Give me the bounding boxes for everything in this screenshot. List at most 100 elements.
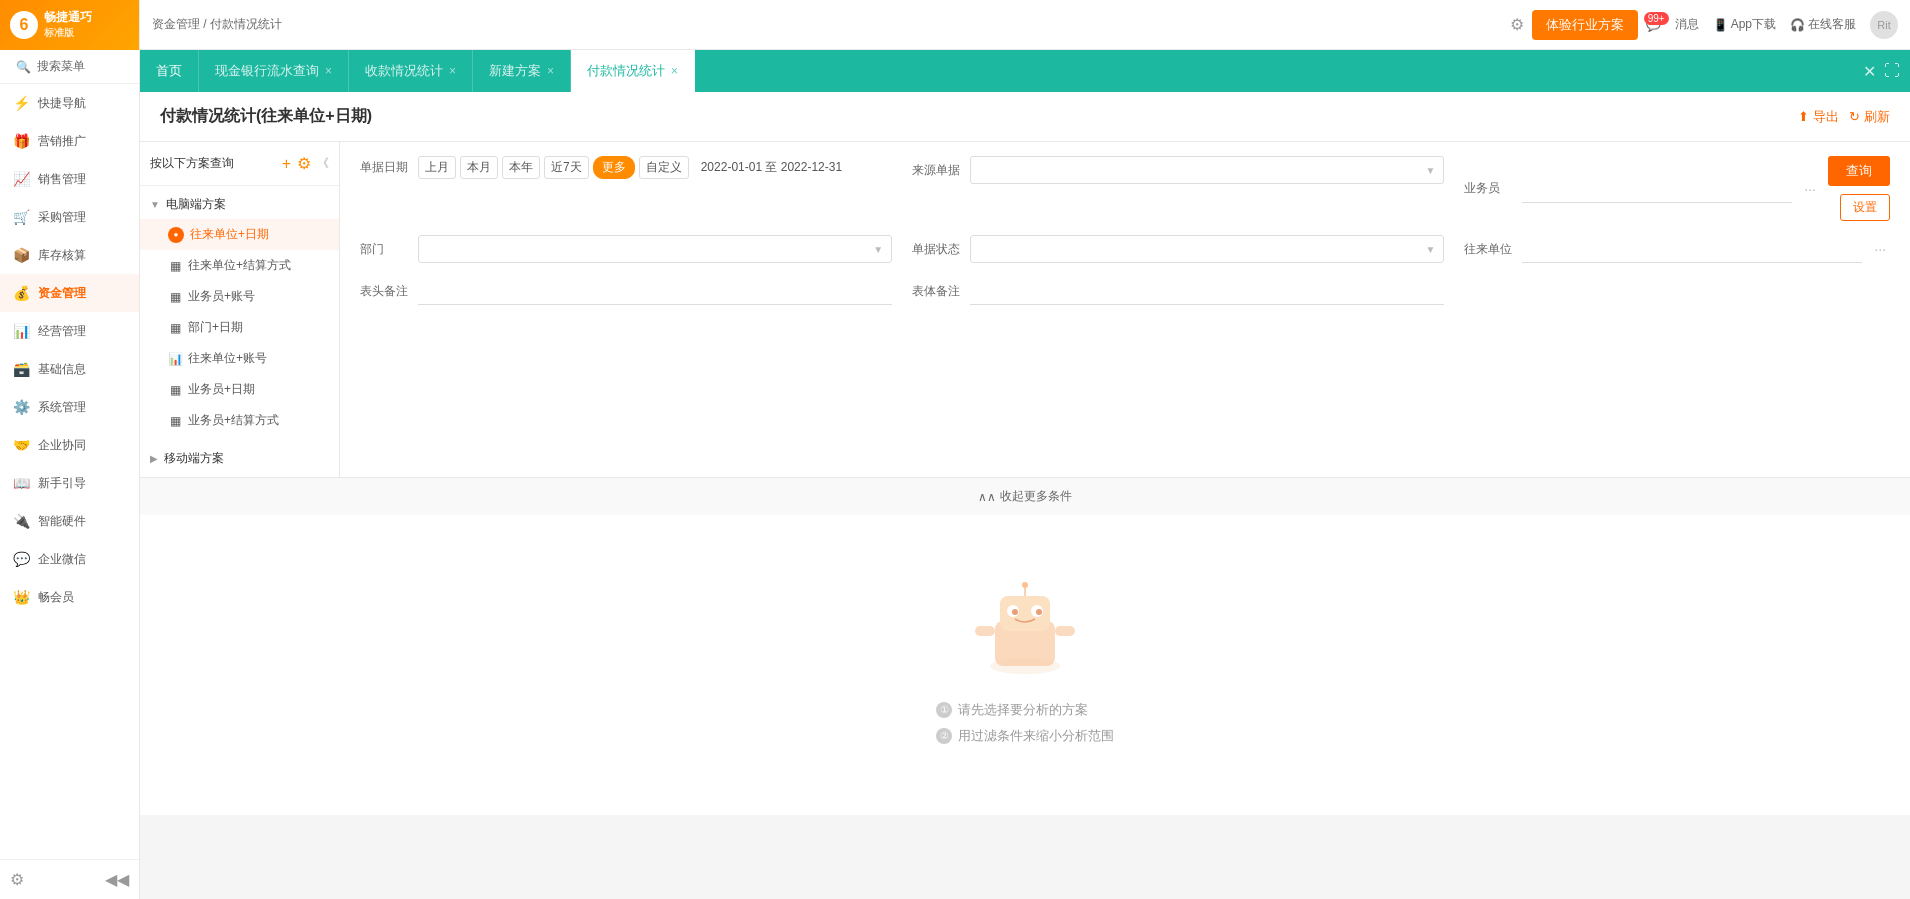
sidebar: 6 畅捷通巧 标准版 🔍 搜索菜单 ⚡快捷导航🎁营销推广📈销售管理🛒采购管理📦库…	[0, 0, 140, 899]
scheme-panel-header: 按以下方案查询 + ⚙ 《	[140, 142, 339, 186]
page-content: 付款情况统计(往来单位+日期) ⬆ 导出 ↻ 刷新 按以下方案查询 +	[140, 92, 1910, 899]
scheme-group-mobile-label: 移动端方案	[164, 450, 224, 467]
table-icon: ▦	[168, 290, 182, 304]
dept-label: 部门	[360, 241, 410, 258]
topbar-gear-icon[interactable]: ⚙	[1510, 15, 1524, 34]
sidebar-item-guide[interactable]: 📖新手引导	[0, 464, 139, 502]
scheme-settings-icon[interactable]: ⚙	[297, 154, 311, 173]
refresh-button[interactable]: ↻ 刷新	[1849, 108, 1890, 126]
body-note-input[interactable]	[970, 277, 1444, 305]
unit-dots-btn[interactable]: ···	[1870, 241, 1890, 257]
scheme-collapse-icon[interactable]: 《	[317, 155, 329, 172]
scheme-item-label: 往来单位+日期	[190, 226, 269, 243]
tab-new-scheme[interactable]: 新建方案 ×	[473, 50, 571, 92]
tab-cash-flow[interactable]: 现金银行流水查询 ×	[199, 50, 349, 92]
sidebar-bottom: ⚙ ◀◀	[0, 859, 139, 899]
sidebar-search[interactable]: 🔍 搜索菜单	[0, 50, 139, 84]
query-button[interactable]: 查询	[1828, 156, 1890, 186]
scheme-item-dept-date[interactable]: ▦部门+日期	[140, 312, 339, 343]
scheme-items-container: ●往来单位+日期▦往来单位+结算方式▦业务员+账号▦部门+日期📊往来单位+账号▦…	[140, 219, 339, 436]
sidebar-item-label: 新手引导	[38, 475, 86, 492]
filter-settings-button[interactable]: 设置	[1840, 194, 1890, 221]
staff-dots-btn[interactable]: ···	[1800, 181, 1820, 197]
date-btn-more[interactable]: 更多	[593, 156, 635, 179]
table-icon: ▦	[168, 259, 182, 273]
sidebar-item-enterprise[interactable]: 🤝企业协同	[0, 426, 139, 464]
scheme-item-staff-account[interactable]: ▦业务员+账号	[140, 281, 339, 312]
scheme-group-mobile-header[interactable]: ▶ 移动端方案	[140, 444, 339, 473]
sidebar-item-system[interactable]: ⚙️系统管理	[0, 388, 139, 426]
message-icon-area[interactable]: 💬 99+	[1646, 18, 1661, 32]
sidebar-item-purchase[interactable]: 🛒采购管理	[0, 198, 139, 236]
header-note-input[interactable]	[418, 277, 892, 305]
sidebar-item-hardware[interactable]: 🔌智能硬件	[0, 502, 139, 540]
tab-close-cash-flow[interactable]: ×	[325, 64, 332, 78]
scheme-item-label: 往来单位+账号	[188, 350, 267, 367]
app-download[interactable]: 📱 App下载	[1713, 16, 1776, 33]
online-service[interactable]: 🎧 在线客服	[1790, 16, 1856, 33]
tab-collection[interactable]: 收款情况统计 ×	[349, 50, 473, 92]
sidebar-item-wechat[interactable]: 💬企业微信	[0, 540, 139, 578]
finance-icon: 💰	[12, 284, 30, 302]
doc-status-select[interactable]: ▼	[970, 235, 1444, 263]
sidebar-item-member[interactable]: 👑畅会员	[0, 578, 139, 616]
tab-label-new-scheme: 新建方案	[489, 62, 541, 80]
scheme-item-unit-account[interactable]: 📊往来单位+账号	[140, 343, 339, 374]
filter-row-1: 单据日期 上月 本月 本年 近7天 更多 自定义 2022-01-01 至 20…	[360, 156, 1890, 221]
page-title: 付款情况统计(往来单位+日期)	[160, 106, 372, 127]
tab-label-cash-flow: 现金银行流水查询	[215, 62, 319, 80]
tab-home[interactable]: 首页	[140, 50, 199, 92]
hint-num-1: ①	[936, 702, 952, 718]
search-label: 搜索菜单	[37, 58, 85, 75]
page-header: 付款情况统计(往来单位+日期) ⬆ 导出 ↻ 刷新	[140, 92, 1910, 142]
scheme-add-icon[interactable]: +	[282, 155, 291, 173]
business-icon: 📊	[12, 322, 30, 340]
sidebar-settings-icon[interactable]: ⚙	[10, 870, 24, 889]
staff-input[interactable]	[1522, 175, 1792, 203]
date-btn-last-month[interactable]: 上月	[418, 156, 456, 179]
source-select[interactable]: ▼	[970, 156, 1444, 184]
sidebar-item-label: 智能硬件	[38, 513, 86, 530]
unit-input[interactable]	[1522, 235, 1862, 263]
collapse-bar[interactable]: ∧∧ 收起更多条件	[140, 477, 1910, 515]
tab-close-all-icon[interactable]: ✕	[1863, 62, 1876, 81]
sidebar-item-basic[interactable]: 🗃️基础信息	[0, 350, 139, 388]
sidebar-item-marketing[interactable]: 🎁营销推广	[0, 122, 139, 160]
scheme-item-unit-date[interactable]: ●往来单位+日期	[140, 219, 339, 250]
user-avatar[interactable]: Rit	[1870, 11, 1898, 39]
sidebar-item-sales[interactable]: 📈销售管理	[0, 160, 139, 198]
tab-payment-stats[interactable]: 付款情况统计 ×	[571, 50, 695, 92]
svg-rect-2	[1000, 596, 1050, 631]
tab-expand-icon[interactable]: ⛶	[1884, 62, 1900, 80]
sidebar-item-finance[interactable]: 💰资金管理	[0, 274, 139, 312]
tab-close-payment-stats[interactable]: ×	[671, 64, 678, 78]
enterprise-icon: 🤝	[12, 436, 30, 454]
header-note-label: 表头备注	[360, 283, 410, 300]
sidebar-item-business[interactable]: 📊经营管理	[0, 312, 139, 350]
export-button[interactable]: ⬆ 导出	[1798, 108, 1839, 126]
date-btn-this-month[interactable]: 本月	[460, 156, 498, 179]
date-btn-custom[interactable]: 自定义	[639, 156, 689, 179]
empty-hint-2: ② 用过滤条件来缩小分析范围	[936, 723, 1114, 749]
sidebar-item-quick-nav[interactable]: ⚡快捷导航	[0, 84, 139, 122]
date-btn-this-year[interactable]: 本年	[502, 156, 540, 179]
scheme-item-unit-payment[interactable]: ▦ 往来单位+结算方式	[140, 250, 339, 281]
trial-button[interactable]: 体验行业方案	[1532, 10, 1638, 40]
tab-close-collection[interactable]: ×	[449, 64, 456, 78]
tab-close-new-scheme[interactable]: ×	[547, 64, 554, 78]
chevron-down-icon: ▼	[873, 244, 883, 255]
scheme-item-staff-date[interactable]: ▦业务员+日期	[140, 374, 339, 405]
date-btn-7days[interactable]: 近7天	[544, 156, 589, 179]
filter-docstatus-field: 单据状态 ▼	[912, 235, 1444, 263]
scheme-item-label: 往来单位+结算方式	[188, 257, 291, 274]
sidebar-item-label: 快捷导航	[38, 95, 86, 112]
sidebar-item-inventory[interactable]: 📦库存核算	[0, 236, 139, 274]
scheme-panel: 按以下方案查询 + ⚙ 《 ▼ 电脑端方案 ●往来单位+日期 ▦ 往来单位+结算方式…	[140, 142, 340, 477]
breadcrumb-text: 资金管理 / 付款情况统计	[152, 16, 282, 33]
topbar: 资金管理 / 付款情况统计 ⚙ 体验行业方案 💬 99+ 消息 📱 App下载 …	[140, 0, 1910, 50]
topbar-msg-label[interactable]: 消息	[1675, 16, 1699, 33]
sidebar-collapse-icon[interactable]: ◀◀	[105, 870, 129, 889]
scheme-item-staff-payment[interactable]: ▦业务员+结算方式	[140, 405, 339, 436]
dept-select[interactable]: ▼	[418, 235, 892, 263]
scheme-group-desktop-header[interactable]: ▼ 电脑端方案	[140, 190, 339, 219]
